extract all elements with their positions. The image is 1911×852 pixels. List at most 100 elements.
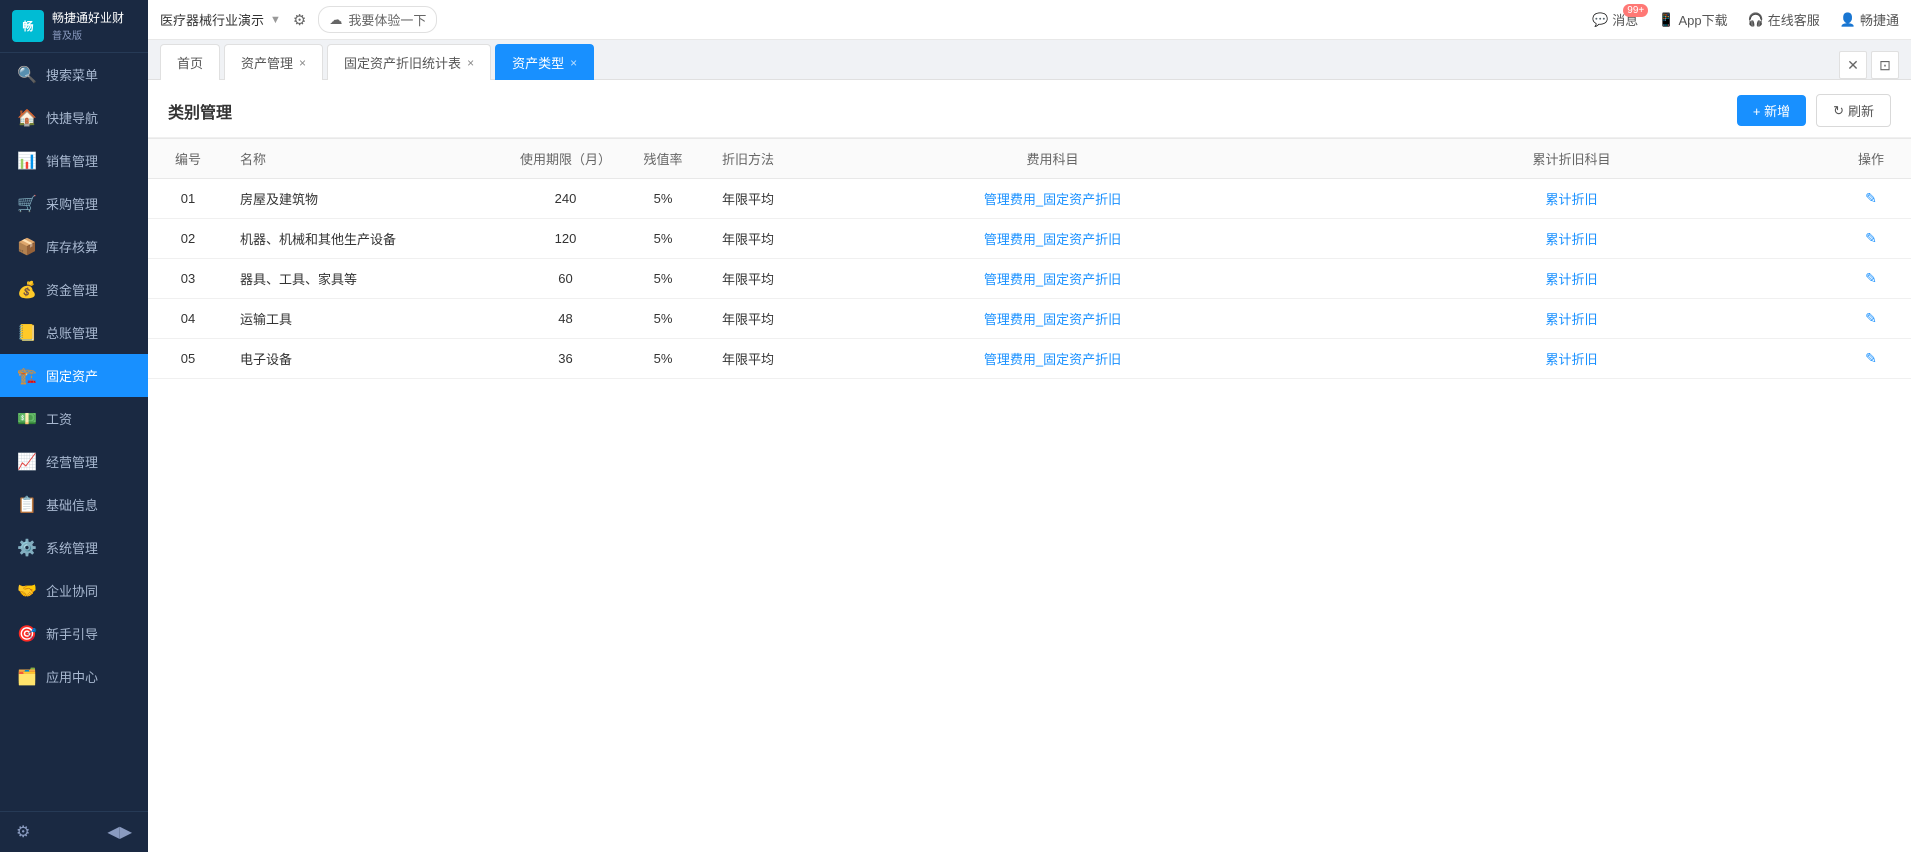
add-button[interactable]: + 新增	[1737, 95, 1806, 126]
app-logo-icon: 畅	[12, 10, 44, 42]
cell-accum-0: 累计折旧	[1312, 179, 1831, 219]
content-area: 编号 名称 使用期限（月） 残值率 折旧方法 费用科目 累计折旧科目 操作 01…	[148, 138, 1911, 852]
expense-link-1[interactable]: 管理费用_固定资产折旧	[984, 232, 1121, 247]
experience-button[interactable]: ☁ 我要体验一下	[318, 6, 437, 33]
tab-depreciation-close[interactable]: ×	[467, 56, 474, 70]
edit-button-1[interactable]: ✎	[1865, 230, 1877, 246]
cell-expense-3: 管理费用_固定资产折旧	[793, 299, 1312, 339]
accum-link-0[interactable]: 累计折旧	[1545, 192, 1597, 207]
sidebar-item-purchase[interactable]: 🛒 采购管理	[0, 182, 148, 225]
sidebar-label-capital: 资金管理	[46, 280, 98, 299]
sidebar-bottom: ⚙ ◀▶	[0, 811, 148, 852]
sidebar-item-search[interactable]: 🔍 搜索菜单	[0, 53, 148, 96]
refresh-button[interactable]: ↻ 刷新	[1816, 94, 1891, 127]
expense-link-2[interactable]: 管理费用_固定资产折旧	[984, 272, 1121, 287]
cell-expense-4: 管理费用_固定资产折旧	[793, 339, 1312, 379]
ops-mgmt-icon: 📈	[18, 453, 36, 471]
notification-button[interactable]: 💬 消息 99+	[1592, 10, 1638, 29]
maximize-window-button[interactable]: ⊡	[1871, 51, 1899, 79]
cell-residual-4: 5%	[623, 339, 703, 379]
edit-button-3[interactable]: ✎	[1865, 310, 1877, 326]
accum-link-1[interactable]: 累计折旧	[1545, 232, 1597, 247]
payroll-icon: 💵	[18, 410, 36, 428]
accum-link-4[interactable]: 累计折旧	[1545, 352, 1597, 367]
cell-code-4: 05	[148, 339, 228, 379]
tab-depreciation-label: 固定资产折旧统计表	[344, 53, 461, 72]
tab-asset-type[interactable]: 资产类型 ×	[495, 44, 594, 80]
sidebar-item-ops-mgmt[interactable]: 📈 经营管理	[0, 440, 148, 483]
settings-button[interactable]: ⚙	[293, 11, 306, 29]
sidebar-logo: 畅 畅捷通好业财 普及版	[0, 0, 148, 53]
sidebar-item-ledger[interactable]: 📒 总账管理	[0, 311, 148, 354]
sidebar-item-sales[interactable]: 📊 销售管理	[0, 139, 148, 182]
cell-period-3: 48	[508, 299, 623, 339]
tab-home[interactable]: 首页	[160, 44, 220, 80]
edit-button-4[interactable]: ✎	[1865, 350, 1877, 366]
settings-icon[interactable]: ⚙	[16, 822, 30, 842]
col-header-period: 使用期限（月）	[508, 139, 623, 179]
ledger-icon: 📒	[18, 324, 36, 342]
sidebar-item-fixed-assets[interactable]: 🏗️ 固定资产	[0, 354, 148, 397]
col-header-accum: 累计折旧科目	[1312, 139, 1831, 179]
accum-link-3[interactable]: 累计折旧	[1545, 312, 1597, 327]
module-selector[interactable]: 医疗器械行业演示 ▼	[160, 10, 281, 29]
cell-name-1: 机器、机械和其他生产设备	[228, 219, 508, 259]
cell-method-4: 年限平均	[703, 339, 793, 379]
accum-link-2[interactable]: 累计折旧	[1545, 272, 1597, 287]
cloud-icon: ☁	[329, 12, 342, 28]
expense-link-0[interactable]: 管理费用_固定资产折旧	[984, 192, 1121, 207]
close-window-button[interactable]: ✕	[1839, 51, 1867, 79]
table-header-row: 编号 名称 使用期限（月） 残值率 折旧方法 费用科目 累计折旧科目 操作	[148, 139, 1911, 179]
sidebar-item-sys-mgmt[interactable]: ⚙️ 系统管理	[0, 526, 148, 569]
tab-asset-management[interactable]: 资产管理 ×	[224, 44, 323, 80]
user-menu[interactable]: 👤 畅捷通	[1840, 10, 1899, 29]
app-download-button[interactable]: 📱 App下载	[1658, 10, 1727, 29]
cell-ops-0: ✎	[1831, 179, 1911, 219]
sidebar-label-fixed-assets: 固定资产	[46, 366, 98, 385]
sidebar-label-purchase: 采购管理	[46, 194, 98, 213]
table-row: 04 运输工具 48 5% 年限平均 管理费用_固定资产折旧 累计折旧 ✎	[148, 299, 1911, 339]
online-service-button[interactable]: 🎧 在线客服	[1748, 10, 1820, 29]
guide-icon: 🎯	[18, 625, 36, 643]
sidebar-label-search: 搜索菜单	[46, 65, 98, 84]
cell-code-1: 02	[148, 219, 228, 259]
expense-link-3[interactable]: 管理费用_固定资产折旧	[984, 312, 1121, 327]
expense-link-4[interactable]: 管理费用_固定资产折旧	[984, 352, 1121, 367]
tab-asset-management-close[interactable]: ×	[299, 56, 306, 70]
download-icon: 📱	[1658, 12, 1674, 28]
cell-ops-1: ✎	[1831, 219, 1911, 259]
cell-method-0: 年限平均	[703, 179, 793, 219]
edit-button-2[interactable]: ✎	[1865, 270, 1877, 286]
tabs-bar: 首页 资产管理 × 固定资产折旧统计表 × 资产类型 × ✕ ⊡	[148, 40, 1911, 80]
cell-residual-3: 5%	[623, 299, 703, 339]
base-info-icon: 📋	[18, 496, 36, 514]
sidebar-item-capital[interactable]: 💰 资金管理	[0, 268, 148, 311]
cell-period-1: 120	[508, 219, 623, 259]
edit-button-0[interactable]: ✎	[1865, 190, 1877, 206]
tab-depreciation-table[interactable]: 固定资产折旧统计表 ×	[327, 44, 491, 80]
fixed-assets-icon: 🏗️	[18, 367, 36, 385]
cell-accum-2: 累计折旧	[1312, 259, 1831, 299]
module-label: 医疗器械行业演示	[160, 10, 264, 29]
sidebar-item-quick-nav[interactable]: 🏠 快捷导航	[0, 96, 148, 139]
cell-method-3: 年限平均	[703, 299, 793, 339]
notification-badge: 99+	[1623, 4, 1648, 17]
sidebar-item-base-info[interactable]: 📋 基础信息	[0, 483, 148, 526]
cell-code-0: 01	[148, 179, 228, 219]
sidebar-item-inventory[interactable]: 📦 库存核算	[0, 225, 148, 268]
sidebar-item-app-center[interactable]: 🗂️ 应用中心	[0, 655, 148, 698]
tab-asset-type-close[interactable]: ×	[570, 56, 577, 70]
cell-method-1: 年限平均	[703, 219, 793, 259]
table-row: 05 电子设备 36 5% 年限平均 管理费用_固定资产折旧 累计折旧 ✎	[148, 339, 1911, 379]
cell-residual-1: 5%	[623, 219, 703, 259]
sidebar-item-payroll[interactable]: 💵 工资	[0, 397, 148, 440]
sys-mgmt-icon: ⚙️	[18, 539, 36, 557]
cell-expense-2: 管理费用_固定资产折旧	[793, 259, 1312, 299]
collapse-icon[interactable]: ◀▶	[107, 822, 132, 842]
sidebar-item-enterprise[interactable]: 🤝 企业协同	[0, 569, 148, 612]
main-area: 医疗器械行业演示 ▼ ⚙ ☁ 我要体验一下 💬 消息 99+ 📱 App下载 🎧…	[148, 0, 1911, 852]
cell-accum-1: 累计折旧	[1312, 219, 1831, 259]
sidebar-item-guide[interactable]: 🎯 新手引导	[0, 612, 148, 655]
window-controls: ✕ ⊡	[1839, 51, 1899, 79]
cell-code-3: 04	[148, 299, 228, 339]
